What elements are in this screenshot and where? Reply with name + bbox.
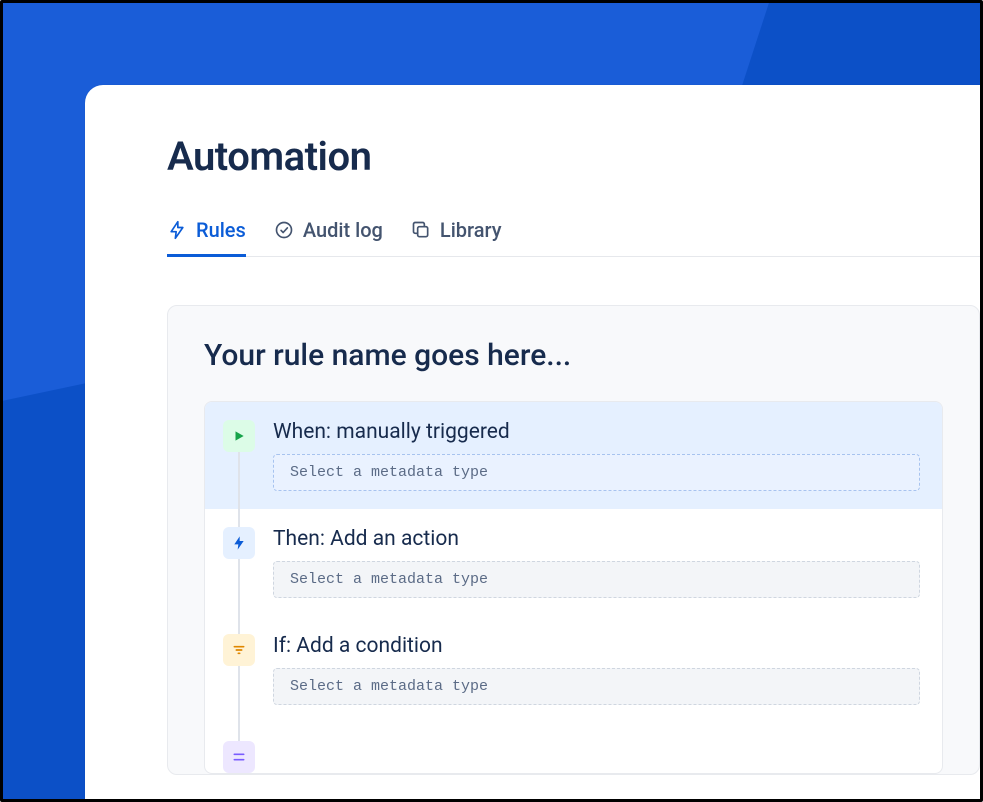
- connector-line: [238, 509, 240, 616]
- step-trigger[interactable]: When: manually triggered Select a metada…: [205, 402, 942, 509]
- connector-line: [238, 616, 240, 723]
- copy-icon: [411, 220, 431, 240]
- rule-card: Your rule name goes here... When: manual…: [167, 305, 980, 775]
- metadata-select[interactable]: Select a metadata type: [273, 454, 920, 491]
- bolt-icon: [223, 527, 255, 559]
- tab-rules[interactable]: Rules: [167, 218, 246, 256]
- step-title: Then: Add an action: [273, 527, 920, 551]
- step-title: If: Add a condition: [273, 634, 920, 658]
- step-condition[interactable]: If: Add a condition Select a metadata ty…: [205, 616, 942, 723]
- tabs: Rules Audit log Library: [167, 218, 980, 257]
- step-title: When: manually triggered: [273, 420, 920, 444]
- check-circle-icon: [274, 220, 294, 240]
- tab-label: Audit log: [303, 218, 383, 242]
- rule-name-input[interactable]: Your rule name goes here...: [204, 338, 943, 373]
- tab-library[interactable]: Library: [411, 218, 502, 256]
- step-action[interactable]: Then: Add an action Select a metadata ty…: [205, 509, 942, 616]
- branch-icon: [223, 741, 255, 773]
- metadata-select[interactable]: Select a metadata type: [273, 561, 920, 598]
- metadata-select[interactable]: Select a metadata type: [273, 668, 920, 705]
- step-branch[interactable]: [205, 723, 942, 773]
- app-frame: Automation Rules Audit log: [0, 0, 983, 802]
- filter-icon: [223, 634, 255, 666]
- tab-label: Library: [440, 218, 502, 242]
- tab-label: Rules: [196, 218, 246, 242]
- page-title: Automation: [167, 133, 980, 180]
- rule-steps: When: manually triggered Select a metada…: [204, 401, 943, 774]
- lightning-icon: [167, 220, 187, 240]
- step-body: If: Add a condition Select a metadata ty…: [273, 634, 920, 705]
- step-body: When: manually triggered Select a metada…: [273, 420, 920, 491]
- play-icon: [223, 420, 255, 452]
- step-body: Then: Add an action Select a metadata ty…: [273, 527, 920, 598]
- main-panel: Automation Rules Audit log: [85, 85, 980, 799]
- tab-audit-log[interactable]: Audit log: [274, 218, 383, 256]
